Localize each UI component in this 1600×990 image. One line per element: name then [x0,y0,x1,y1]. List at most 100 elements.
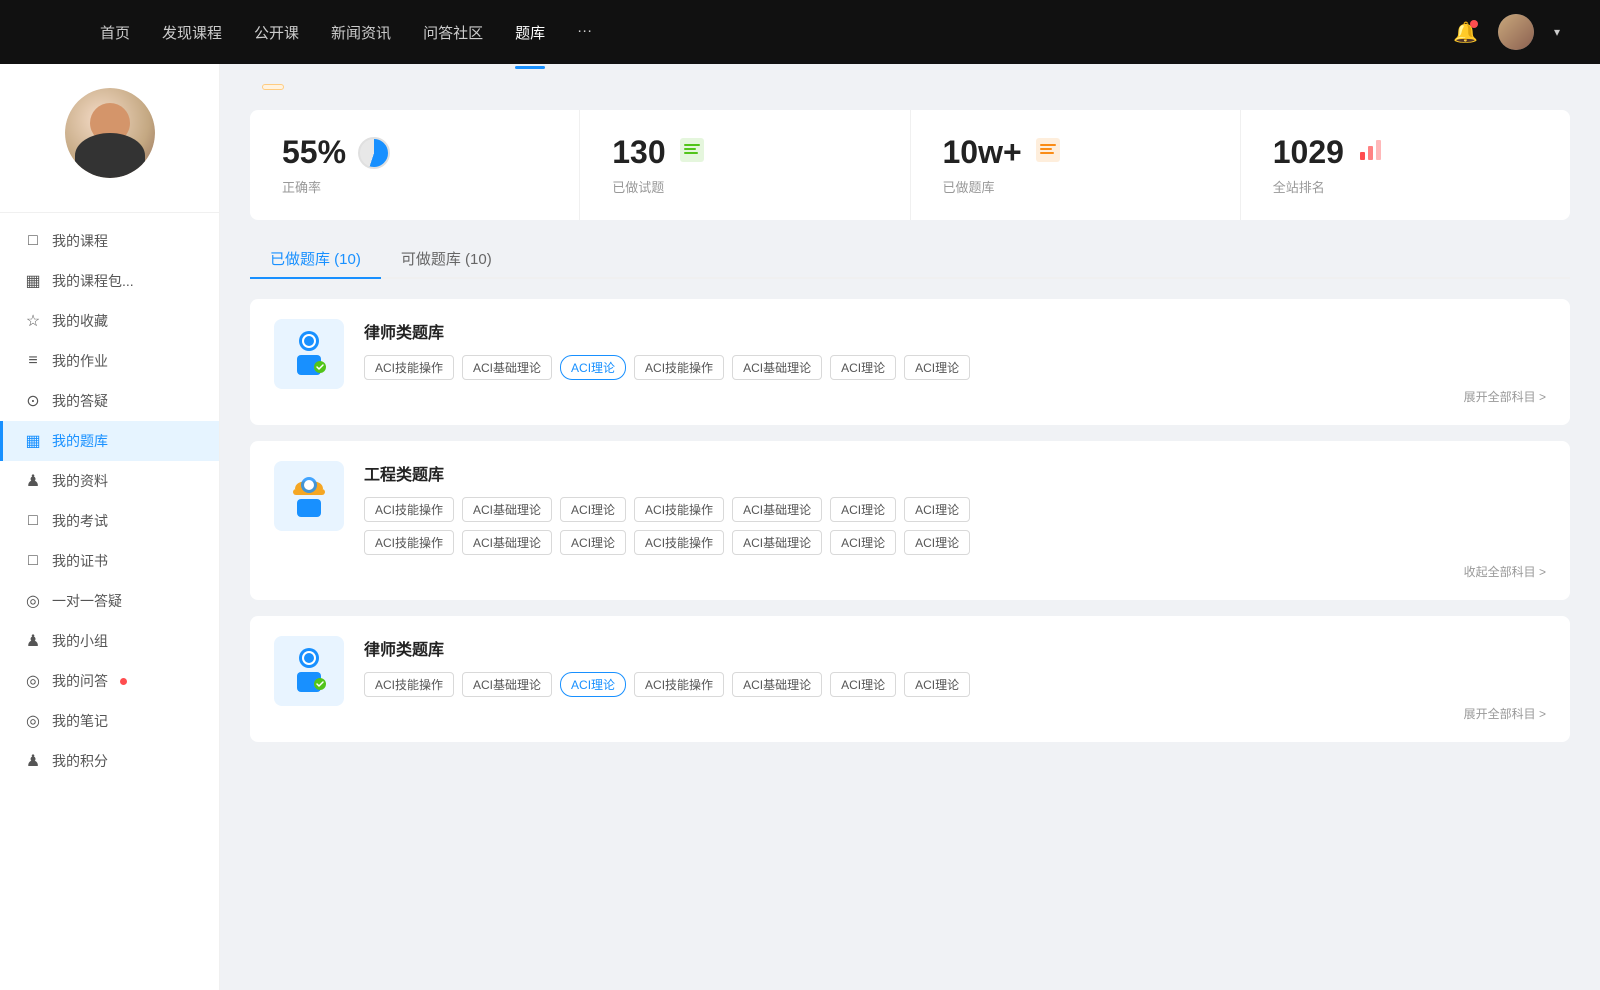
qbank-tag2-1-0[interactable]: ACI技能操作 [364,530,454,555]
qbank-tags-row2-1: ACI技能操作 ACI基础理论 ACI理论 ACI技能操作 ACI基础理论 ACI理论 AC… [364,530,1546,555]
sidebar-item-我的考试[interactable]: □ 我的考试 [0,501,219,541]
menu-label: 我的考试 [52,511,108,531]
stats-row: 55%正确率130已做试题10w+已做题库1029全站排名 [250,110,1570,220]
tab-1[interactable]: 可做题库 (10) [381,240,512,279]
menu-icon: ◎ [24,671,42,691]
sidebar-item-一对一答疑[interactable]: ◎一对一答疑 [0,581,219,621]
qbank-tag-0-6[interactable]: ACI理论 [904,355,970,380]
nav-item-公开课[interactable]: 公开课 [254,18,299,47]
nav-item-首页[interactable]: 首页 [100,18,130,47]
qbank-expand-row-0: 展开全部科目 > [364,380,1546,405]
sidebar-item-我的作业[interactable]: ≡ 我的作业 [0,341,219,381]
nav-item-题库[interactable]: 题库 [515,18,545,47]
navbar-right: 🔔 ▾ [1433,14,1560,50]
menu-icon: ◎ [24,711,42,731]
sidebar-item-我的小组[interactable]: ♟ 我的小组 [0,621,219,661]
qbank-tag-1-4[interactable]: ACI基础理论 [732,497,822,522]
stat-value-1: 130 [612,134,665,171]
sidebar-item-我的笔记[interactable]: ◎我的笔记 [0,701,219,741]
menu-label: 我的积分 [52,751,108,771]
avatar-dropdown-arrow[interactable]: ▾ [1554,25,1560,39]
menu-icon: □ [24,512,42,530]
sidebar-item-我的收藏[interactable]: ☆我的收藏 [0,301,219,341]
sidebar-item-我的课程[interactable]: □我的课程 [0,221,219,261]
sidebar-item-我的问答[interactable]: ◎我的问答 [0,661,219,701]
sidebar-item-我的资料[interactable]: ♟我的资料 [0,461,219,501]
qbank-icon-1 [274,461,344,531]
nav-item-···[interactable]: ··· [577,18,592,47]
qbank-tag-2-1[interactable]: ACI基础理论 [462,672,552,697]
sidebar-item-我的证书[interactable]: □我的证书 [0,541,219,581]
qbank-tag2-1-5[interactable]: ACI理论 [830,530,896,555]
qbank-tag2-1-1[interactable]: ACI基础理论 [462,530,552,555]
menu-icon: □ [24,232,42,250]
qbank-content-0: 律师类题库ACI技能操作ACI基础理论ACI理论ACI技能操作ACI基础理论AC… [364,319,1546,405]
qbank-tag2-1-2[interactable]: ACI理论 [560,530,626,555]
qbank-expand-btn-1[interactable]: 收起全部科目 > [1464,563,1546,580]
navbar: 首页 发现课程 公开课 新闻资讯 问答社区 题库 ··· 🔔 ▾ [0,0,1600,64]
avatar[interactable] [1498,14,1534,50]
qbank-tag-0-4[interactable]: ACI基础理论 [732,355,822,380]
stat-label-0: 正确率 [282,177,547,196]
qbank-tag-2-5[interactable]: ACI理论 [830,672,896,697]
qbank-tag-0-3[interactable]: ACI技能操作 [634,355,724,380]
qbank-tag-0-5[interactable]: ACI理论 [830,355,896,380]
menu-label: 我的答疑 [52,391,108,411]
qbank-tag-2-2[interactable]: ACI理论 [560,672,626,697]
stat-label-1: 已做试题 [612,177,877,196]
qbank-tag-0-0[interactable]: ACI技能操作 [364,355,454,380]
stat-icon-3 [1356,136,1384,170]
menu-label: 我的证书 [52,551,108,571]
qbank-tag-1-6[interactable]: ACI理论 [904,497,970,522]
qbank-tag-1-5[interactable]: ACI理论 [830,497,896,522]
nav-menu: 首页 发现课程 公开课 新闻资讯 问答社区 题库 ··· [100,18,1433,47]
sidebar-item-我的课程包...[interactable]: ▦我的课程包... [0,261,219,301]
qbank-content-2: 律师类题库ACI技能操作ACI基础理论ACI理论ACI技能操作ACI基础理论AC… [364,636,1546,722]
menu-icon: ♟ [24,631,42,651]
notification-bell[interactable]: 🔔 [1453,20,1478,45]
qbank-tag-1-3[interactable]: ACI技能操作 [634,497,724,522]
page-header [250,84,1570,90]
sidebar-item-我的题库[interactable]: ▦我的题库 [0,421,219,461]
sidebar-item-我的答疑[interactable]: ⊙我的答疑 [0,381,219,421]
sidebar-item-我的积分[interactable]: ♟我的积分 [0,741,219,781]
qbank-tag2-1-6[interactable]: ACI理论 [904,530,970,555]
qbank-tag-1-2[interactable]: ACI理论 [560,497,626,522]
qbank-expand-row-1: 收起全部科目 > [364,555,1546,580]
qbank-icon-0 [274,319,344,389]
menu-label: 我的作业 [52,351,108,371]
notification-dot [1470,20,1478,28]
qbank-header-2: 律师类题库ACI技能操作ACI基础理论ACI理论ACI技能操作ACI基础理论AC… [274,636,1546,722]
menu-icon: ≡ [24,352,42,370]
menu-icon: ♟ [24,471,42,491]
layout: □我的课程▦我的课程包...☆我的收藏≡我的作业⊙我的答疑▦我的题库♟我的资料□… [0,64,1600,990]
nav-item-问答社区[interactable]: 问答社区 [423,18,483,47]
nav-item-发现课程[interactable]: 发现课程 [162,18,222,47]
menu-label: 我的题库 [52,431,108,451]
qbank-tag-2-3[interactable]: ACI技能操作 [634,672,724,697]
avatar-image [1498,14,1534,50]
qbank-expand-btn-0[interactable]: 展开全部科目 > [1464,388,1546,405]
tabs: 已做题库 (10)可做题库 (10) [250,240,1570,279]
qbank-header-0: 律师类题库ACI技能操作ACI基础理论ACI理论ACI技能操作ACI基础理论AC… [274,319,1546,405]
qbank-tag2-1-4[interactable]: ACI基础理论 [732,530,822,555]
qbank-tag-2-6[interactable]: ACI理论 [904,672,970,697]
qbank-expand-row-2: 展开全部科目 > [364,697,1546,722]
qbank-tag-1-1[interactable]: ACI基础理论 [462,497,552,522]
qbank-expand-btn-2[interactable]: 展开全部科目 > [1464,705,1546,722]
menu-icon: ☆ [24,311,42,331]
menu-label: 我的小组 [52,631,108,651]
qbank-tag2-1-3[interactable]: ACI技能操作 [634,530,724,555]
menu-icon: ▦ [24,271,42,291]
qbank-tag-2-4[interactable]: ACI基础理论 [732,672,822,697]
stat-icon-0 [358,137,390,169]
stat-label-3: 全站排名 [1273,177,1538,196]
qbank-tag-0-2[interactable]: ACI理论 [560,355,626,380]
qbank-tag-1-0[interactable]: ACI技能操作 [364,497,454,522]
stat-item-1: 130 已做试题 [580,110,910,220]
stat-icon-1 [678,136,706,170]
qbank-tag-2-0[interactable]: ACI技能操作 [364,672,454,697]
nav-item-新闻资讯[interactable]: 新闻资讯 [331,18,391,47]
qbank-tag-0-1[interactable]: ACI基础理论 [462,355,552,380]
tab-0[interactable]: 已做题库 (10) [250,240,381,279]
